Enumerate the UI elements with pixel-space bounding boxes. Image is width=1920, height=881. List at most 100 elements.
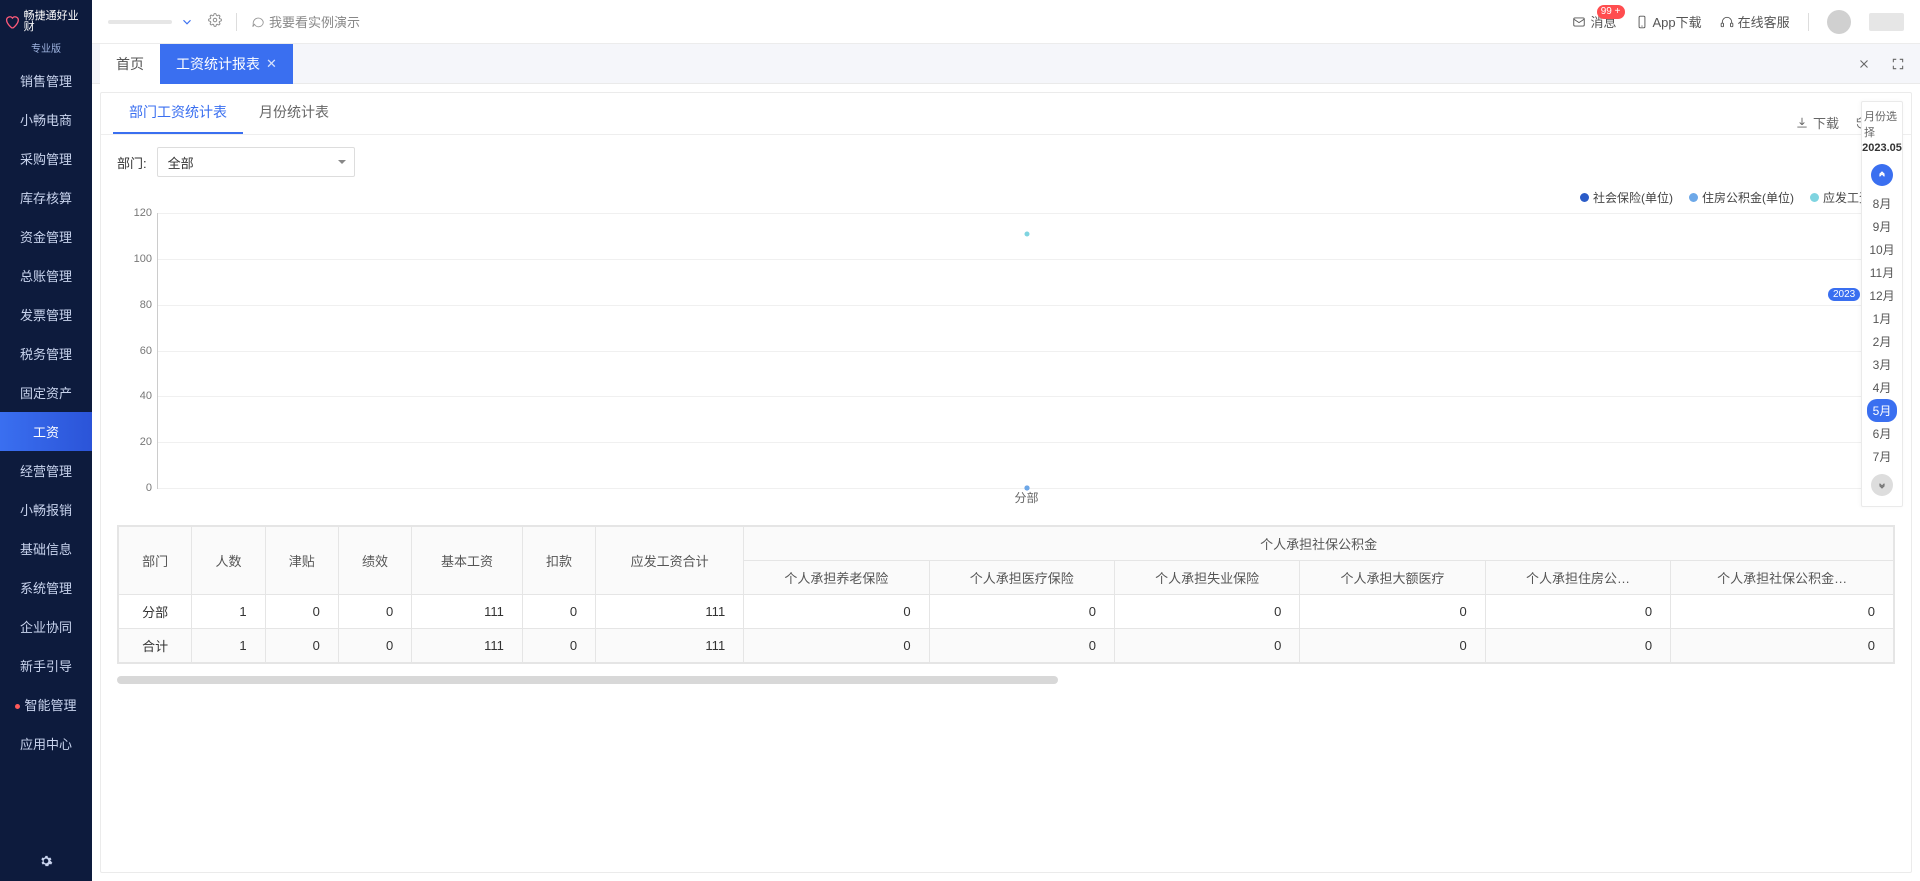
month-year-tag: 2023 xyxy=(1828,288,1860,301)
close-all-tabs-button[interactable] xyxy=(1850,50,1878,78)
data-table-wrap: 部门 人数 津贴 绩效 基本工资 扣款 应发工资合计 个人承担社保公积金 个人承… xyxy=(117,525,1895,664)
close-icon[interactable]: ✕ xyxy=(266,56,277,72)
page-tabs: 首页 工资统计报表 ✕ xyxy=(92,44,1920,84)
horizontal-scrollbar[interactable] xyxy=(117,676,1058,684)
chevron-down-icon xyxy=(1877,480,1887,490)
y-tick: 120 xyxy=(124,207,152,219)
expand-icon xyxy=(1891,57,1905,71)
edition-label: 专业版 xyxy=(0,40,92,55)
sidebar-item-9[interactable]: 工资 xyxy=(0,412,92,451)
month-item[interactable]: 11月 xyxy=(1867,261,1897,284)
month-scroll-up[interactable] xyxy=(1871,164,1893,186)
sidebar-item-4[interactable]: 资金管理 xyxy=(0,217,92,256)
mobile-icon xyxy=(1635,15,1649,29)
data-point xyxy=(1024,231,1029,236)
month-item[interactable]: 5月 xyxy=(1867,399,1897,422)
th-g3: 个人承担失业保险 xyxy=(1114,561,1299,595)
cell: 0 xyxy=(338,629,411,663)
sidebar-item-8[interactable]: 固定资产 xyxy=(0,373,92,412)
sidebar-item-15[interactable]: 新手引导 xyxy=(0,646,92,685)
sidebar-item-0[interactable]: 销售管理 xyxy=(0,61,92,100)
subtab-dept[interactable]: 部门工资统计表 xyxy=(113,92,243,134)
cell: 111 xyxy=(596,629,744,663)
sidebar-item-5[interactable]: 总账管理 xyxy=(0,256,92,295)
cell: 0 xyxy=(1485,595,1670,629)
table-row: 分部1001110111000000 xyxy=(119,595,1894,629)
month-item[interactable]: 10月 xyxy=(1867,238,1897,261)
gear-icon xyxy=(39,854,53,868)
message-badge: 99 + xyxy=(1597,5,1625,19)
cell: 0 xyxy=(338,595,411,629)
customer-service-button[interactable]: 在线客服 xyxy=(1720,12,1790,31)
sidebar-item-3[interactable]: 库存核算 xyxy=(0,178,92,217)
month-item[interactable]: 9月 xyxy=(1867,215,1897,238)
x-axis-label: 分部 xyxy=(1014,489,1038,506)
cell: 0 xyxy=(1671,595,1894,629)
headset-icon xyxy=(1720,15,1734,29)
sidebar-item-12[interactable]: 基础信息 xyxy=(0,529,92,568)
cell: 0 xyxy=(1114,629,1299,663)
cell: 111 xyxy=(596,595,744,629)
filter-row: 部门: 全部 xyxy=(101,135,1911,189)
sidebar-item-6[interactable]: 发票管理 xyxy=(0,295,92,334)
cell: 1 xyxy=(192,595,265,629)
filter-label-dept: 部门: xyxy=(117,153,147,172)
sidebar-item-1[interactable]: 小畅电商 xyxy=(0,100,92,139)
th-g5: 个人承担住房公… xyxy=(1485,561,1670,595)
th-group: 个人承担社保公积金 xyxy=(744,527,1894,561)
cell: 0 xyxy=(1300,595,1485,629)
tab-salary-report[interactable]: 工资统计报表 ✕ xyxy=(160,44,293,84)
chart-plot-area: 分部 020406080100120 xyxy=(157,213,1895,489)
y-tick: 20 xyxy=(124,436,152,448)
sidebar-item-17[interactable]: 应用中心 xyxy=(0,724,92,763)
th-total: 应发工资合计 xyxy=(596,527,744,595)
fullscreen-button[interactable] xyxy=(1884,50,1912,78)
th-g4: 个人承担大额医疗 xyxy=(1300,561,1485,595)
sidebar-item-11[interactable]: 小畅报销 xyxy=(0,490,92,529)
sidebar-item-14[interactable]: 企业协同 xyxy=(0,607,92,646)
cell: 0 xyxy=(744,595,929,629)
download-button[interactable]: 下载 xyxy=(1795,113,1839,132)
sidebar-item-2[interactable]: 采购管理 xyxy=(0,139,92,178)
y-tick: 100 xyxy=(124,253,152,265)
month-item[interactable]: 8月 xyxy=(1867,192,1897,215)
subtab-month[interactable]: 月份统计表 xyxy=(243,92,345,134)
chevron-down-icon xyxy=(180,15,194,29)
sidebar-item-16[interactable]: 智能管理 xyxy=(0,685,92,724)
cell: 0 xyxy=(1300,629,1485,663)
demo-link[interactable]: 我要看实例演示 xyxy=(251,12,360,31)
brand-logo: 畅捷通好业财 xyxy=(0,0,92,44)
cell: 0 xyxy=(1485,629,1670,663)
month-panel-year: 2023.05 xyxy=(1862,142,1902,154)
close-icon xyxy=(1857,57,1871,71)
month-scroll-down[interactable] xyxy=(1871,474,1893,496)
sidebar-item-10[interactable]: 经营管理 xyxy=(0,451,92,490)
chat-icon xyxy=(251,15,265,29)
month-item[interactable]: 4月 xyxy=(1867,376,1897,399)
dept-select[interactable]: 全部 xyxy=(157,147,355,177)
sidebar-item-13[interactable]: 系统管理 xyxy=(0,568,92,607)
legend-item-2[interactable]: 住房公积金(单位) xyxy=(1689,189,1794,206)
settings-footer[interactable] xyxy=(0,846,92,881)
sidebar-item-7[interactable]: 税务管理 xyxy=(0,334,92,373)
company-settings-button[interactable] xyxy=(208,13,222,30)
app-download-button[interactable]: App下载 xyxy=(1635,12,1702,31)
tab-home[interactable]: 首页 xyxy=(100,44,160,84)
th-performance: 绩效 xyxy=(338,527,411,595)
company-selector[interactable] xyxy=(108,15,194,29)
messages-button[interactable]: 消息 99 + xyxy=(1572,12,1616,31)
th-allowance: 津贴 xyxy=(265,527,338,595)
month-item[interactable]: 7月 xyxy=(1867,445,1897,468)
user-avatar[interactable] xyxy=(1827,10,1851,34)
month-item[interactable]: 6月 xyxy=(1867,422,1897,445)
table-row: 合计1001110111000000 xyxy=(119,629,1894,663)
month-item[interactable]: 2月 xyxy=(1867,330,1897,353)
month-item[interactable]: 1月 xyxy=(1867,307,1897,330)
main-area: 我要看实例演示 消息 99 + App下载 在线客服 xyxy=(92,0,1920,881)
month-item[interactable]: 12月 xyxy=(1867,284,1897,307)
month-item[interactable]: 3月 xyxy=(1867,353,1897,376)
cell: 0 xyxy=(265,595,338,629)
legend-item-1[interactable]: 社会保险(单位) xyxy=(1580,189,1673,206)
sub-tabs: 部门工资统计表 月份统计表 下载 刷新 xyxy=(101,93,1911,135)
sidebar: 畅捷通好业财 专业版 销售管理小畅电商采购管理库存核算资金管理总账管理发票管理税… xyxy=(0,0,92,881)
